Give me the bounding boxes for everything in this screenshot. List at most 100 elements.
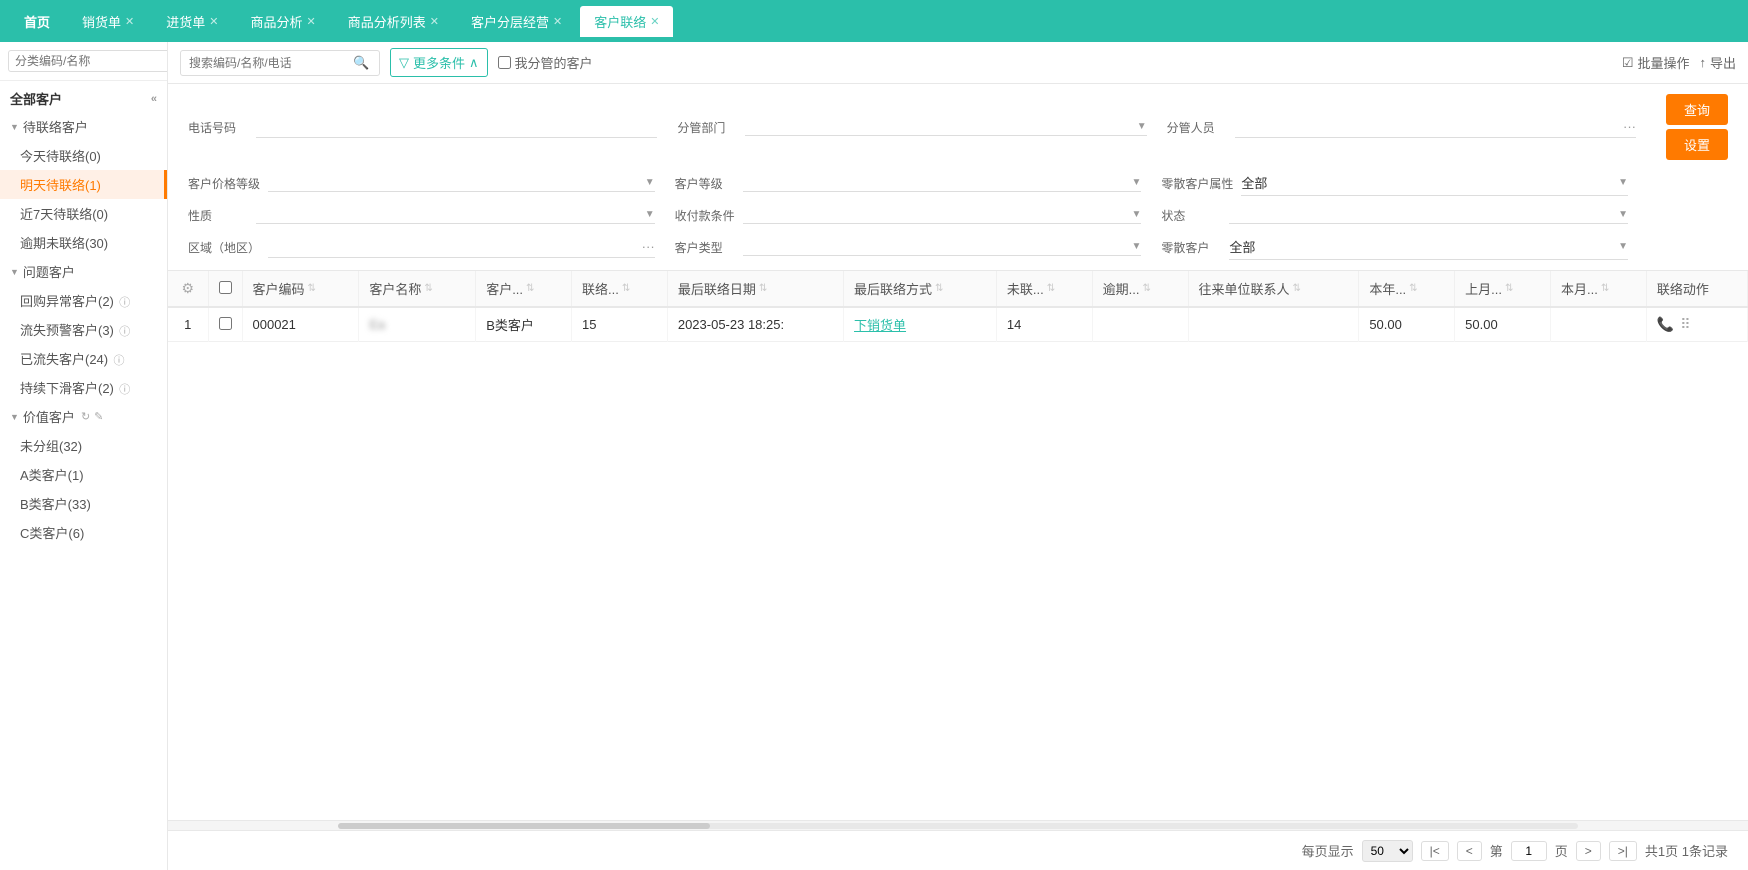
row-last-date: 2023-05-23 18:25: <box>667 307 843 342</box>
sidebar-item-today[interactable]: 今天待联络(0) <box>0 141 167 170</box>
sidebar-item-week[interactable]: 近7天待联络(0) <box>0 199 167 228</box>
th-gear: ⚙ <box>168 271 208 307</box>
sidebar-group-problem[interactable]: 问题客户 <box>0 257 167 286</box>
row-checkbox-cell <box>208 307 242 342</box>
region-select[interactable]: ··· <box>268 236 655 258</box>
next-page-btn[interactable]: > <box>1576 841 1601 861</box>
row-checkbox[interactable] <box>219 317 232 330</box>
export-btn[interactable]: ↑ 导出 <box>1699 53 1736 72</box>
sidebar-group-pending[interactable]: 待联络客户 <box>0 112 167 141</box>
page-number-input[interactable] <box>1511 841 1547 861</box>
close-icon[interactable]: ✕ <box>553 15 562 28</box>
my-customers-checkbox-label[interactable]: 我分管的客户 <box>498 53 593 72</box>
sidebar-item-b-class[interactable]: B类客户(33) <box>0 489 167 518</box>
sort-icon: ⇅ <box>1601 283 1609 294</box>
customer-table: ⚙ 客户编码 ⇅ 客户名称 <box>168 271 1748 342</box>
data-table-wrapper: ⚙ 客户编码 ⇅ 客户名称 <box>168 271 1748 820</box>
sidebar-item-decline[interactable]: 持续下滑客户(2) ⓘ <box>0 373 167 402</box>
main-layout: 🔍 全部客户 « 待联络客户 今天待联络(0) 明天待联络(1) 近7天待联络(… <box>0 42 1748 870</box>
sidebar-item-unsorted[interactable]: 未分组(32) <box>0 431 167 460</box>
phone-action-icon[interactable]: 📞 <box>1657 316 1674 333</box>
nav-goods-analysis[interactable]: 商品分析 ✕ <box>236 6 329 37</box>
th-name: 客户名称 ⇅ <box>359 271 476 307</box>
row-contact-person <box>1188 307 1359 342</box>
close-icon[interactable]: ✕ <box>650 15 659 28</box>
filter-panel: 电话号码 分管部门 ▼ 分管人员 ··· 查询 设置 <box>168 84 1748 271</box>
filter-cell-payment: 收付款条件 ▼ <box>675 206 1162 224</box>
batch-icon: ☑ <box>1622 55 1634 71</box>
sidebar-item-repurchase[interactable]: 回购异常客户(2) ⓘ <box>0 286 167 315</box>
filter-row-3: 性质 ▼ 收付款条件 ▼ 状态 ▼ <box>188 206 1728 224</box>
sort-icon: ⇅ <box>526 283 534 294</box>
sidebar-item-lost[interactable]: 已流失客户(24) ⓘ <box>0 344 167 373</box>
sidebar-item-overdue[interactable]: 逾期未联络(30) <box>0 228 167 257</box>
per-page-select[interactable]: 50 100 200 <box>1362 840 1413 862</box>
select-all-checkbox[interactable] <box>219 281 232 294</box>
th-overdue: 逾期... ⇅ <box>1092 271 1188 307</box>
more-action-icon[interactable]: ⠿ <box>1680 316 1690 333</box>
sidebar-search-area: 🔍 <box>0 42 167 81</box>
status-label: 状态 <box>1161 207 1221 224</box>
batch-op-btn[interactable]: ☑ 批量操作 <box>1622 53 1690 72</box>
row-last-month: 50.00 <box>1455 307 1551 342</box>
search-input[interactable] <box>189 56 349 70</box>
sidebar-item-tomorrow[interactable]: 明天待联络(1) <box>0 170 167 199</box>
close-icon[interactable]: ✕ <box>209 15 218 28</box>
phone-input[interactable] <box>256 117 657 138</box>
th-this-month: 本月... ⇅ <box>1550 271 1646 307</box>
dept-select[interactable]: ▼ <box>745 118 1146 136</box>
nav-purchase[interactable]: 进货单 ✕ <box>152 6 232 37</box>
sort-icon: ⇅ <box>1143 283 1151 294</box>
sidebar-search-input[interactable] <box>8 50 168 72</box>
status-select[interactable]: ▼ <box>1229 206 1628 224</box>
nav-sales[interactable]: 销货单 ✕ <box>68 6 148 37</box>
payment-select[interactable]: ▼ <box>743 206 1142 224</box>
region-label: 区域（地区） <box>188 239 260 256</box>
phone-label: 电话号码 <box>188 119 248 136</box>
close-icon[interactable]: ✕ <box>430 15 439 28</box>
price-level-select[interactable]: ▼ <box>268 174 655 192</box>
gear-icon[interactable]: ⚙ <box>181 280 194 296</box>
prev-page-btn[interactable]: < <box>1457 841 1482 861</box>
filter-cell-dept: 分管部门 ▼ <box>677 118 1166 136</box>
retail-customer-select[interactable]: 全部 ▼ <box>1229 234 1628 260</box>
sidebar-item-c-class[interactable]: C类客户(6) <box>0 518 167 547</box>
row-code: 000021 <box>242 307 359 342</box>
last-method-link[interactable]: 下销货单 <box>854 318 906 333</box>
sidebar-group-value[interactable]: 价值客户 ↻ ✎ <box>0 402 167 431</box>
row-no: 1 <box>168 307 208 342</box>
nav-home[interactable]: 首页 <box>10 6 64 37</box>
last-page-btn[interactable]: >| <box>1609 841 1637 861</box>
query-button[interactable]: 查询 <box>1666 94 1728 125</box>
close-icon[interactable]: ✕ <box>125 15 134 28</box>
row-year-amount: 50.00 <box>1359 307 1455 342</box>
filter-cell-person: 分管人员 ··· <box>1167 116 1656 138</box>
th-year-amount: 本年... ⇅ <box>1359 271 1455 307</box>
row-contacts: 15 <box>572 307 668 342</box>
all-customers-header[interactable]: 全部客户 « <box>0 81 167 112</box>
scrollbar-thumb[interactable] <box>338 823 710 829</box>
person-select[interactable]: ··· <box>1235 116 1636 138</box>
close-icon[interactable]: ✕ <box>307 15 316 28</box>
collapse-icon[interactable]: « <box>151 93 157 105</box>
pagination: 每页显示 50 100 200 |< < 第 页 > >| 共1页 1条记录 <box>168 830 1748 870</box>
filter-row-1: 电话号码 分管部门 ▼ 分管人员 ··· 查询 设置 <box>188 94 1728 160</box>
customer-type-select[interactable]: ▼ <box>743 238 1142 256</box>
first-page-btn[interactable]: |< <box>1421 841 1449 861</box>
row-actions: 📞 ⠿ <box>1657 316 1737 333</box>
set-button[interactable]: 设置 <box>1666 129 1728 160</box>
retail-customer-label: 零散客户 <box>1161 239 1221 256</box>
customer-level-select[interactable]: ▼ <box>743 174 1142 192</box>
filter-cell-price-level: 客户价格等级 ▼ <box>188 174 675 192</box>
my-customers-checkbox[interactable] <box>498 56 511 69</box>
more-conditions-btn[interactable]: ▽ 更多条件 ∧ <box>390 48 488 77</box>
search-icon[interactable]: 🔍 <box>353 55 369 71</box>
sidebar-item-a-class[interactable]: A类客户(1) <box>0 460 167 489</box>
nav-goods-analysis-list[interactable]: 商品分析列表 ✕ <box>334 6 453 37</box>
nav-customer-segment[interactable]: 客户分层经营 ✕ <box>457 6 576 37</box>
sidebar-item-lost-risk[interactable]: 流失预警客户(3) ⓘ <box>0 315 167 344</box>
retail-attr-select[interactable]: 全部 ▼ <box>1241 170 1628 196</box>
th-last-date: 最后联络日期 ⇅ <box>667 271 843 307</box>
nav-customer-contact[interactable]: 客户联络 ✕ <box>580 6 673 37</box>
nature-select[interactable]: ▼ <box>256 206 655 224</box>
